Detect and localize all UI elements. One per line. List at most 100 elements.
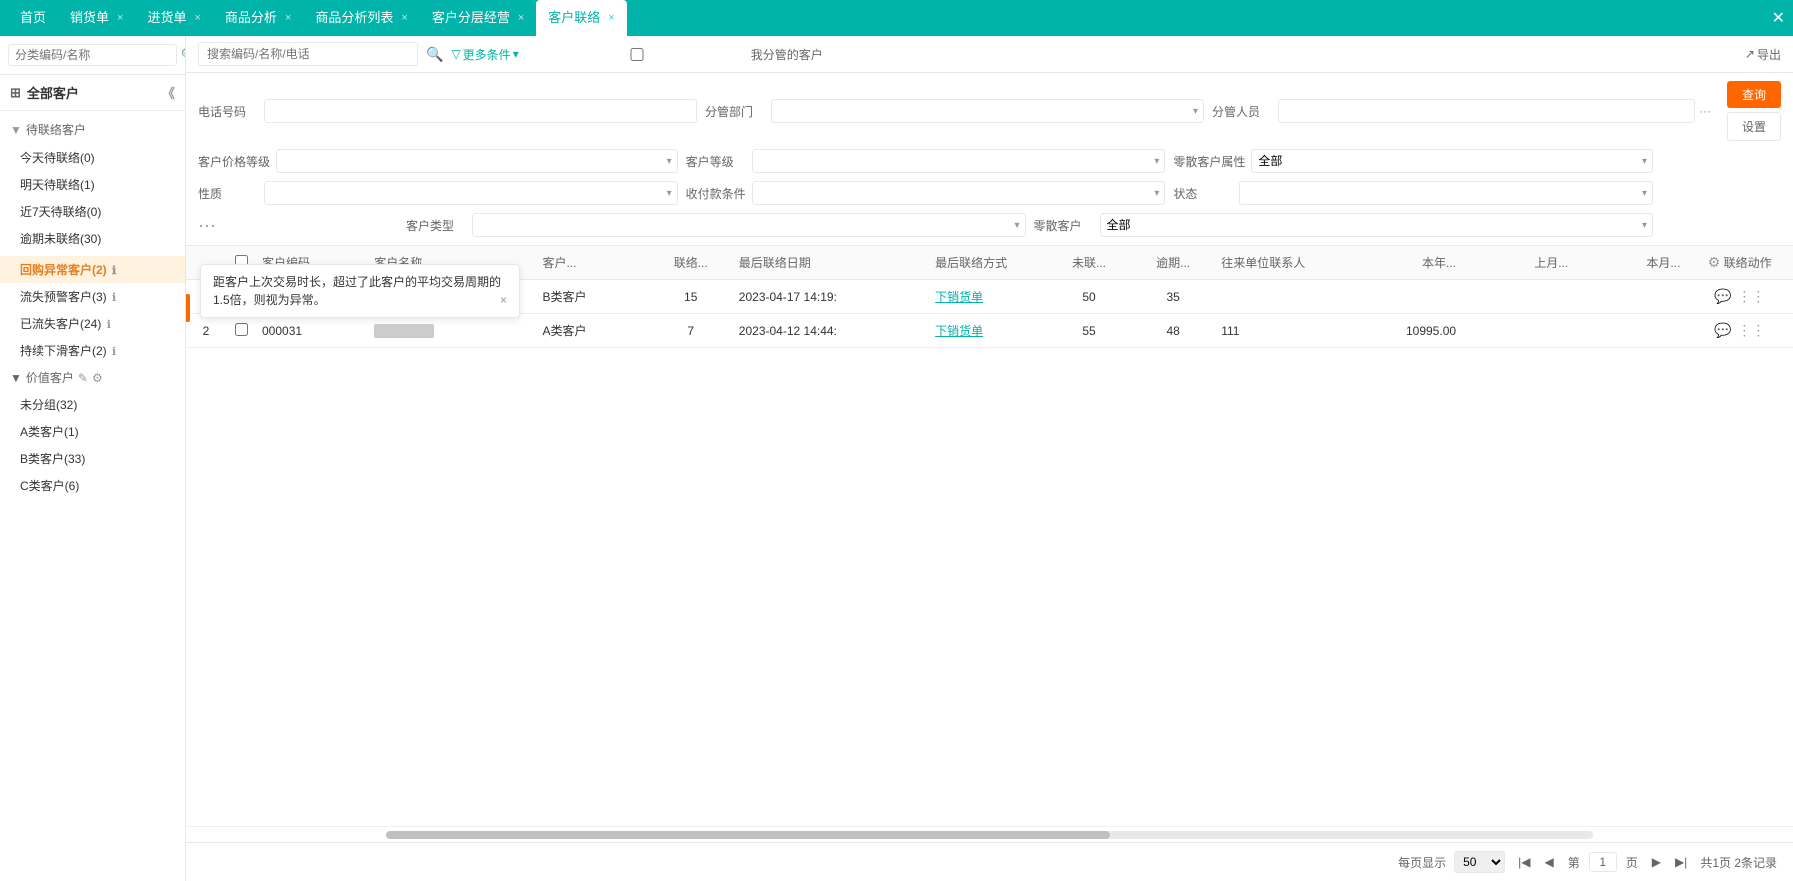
nav-purchase-order[interactable]: 进货单 ×: [135, 0, 212, 36]
filter-nature-label: 性质: [198, 185, 258, 202]
col-header-this-month[interactable]: 本月...: [1574, 246, 1686, 280]
filter-dept-select[interactable]: [771, 99, 1204, 123]
query-button[interactable]: 查询: [1727, 81, 1781, 108]
nav-customer-contact[interactable]: 客户联络 ×: [536, 0, 626, 36]
pagination: 每页显示 50 100 200 |◀ ◀ 第 1 页 ▶ ▶| 共1页 2条记录: [186, 842, 1793, 881]
filter-scatter-attr-select[interactable]: 全部: [1251, 149, 1653, 173]
col-header-company-contact[interactable]: 往来单位联系人: [1215, 246, 1350, 280]
horizontal-scrollbar[interactable]: [186, 826, 1793, 842]
col-header-this-year[interactable]: 本年...: [1350, 246, 1462, 280]
settings-icon-small[interactable]: ⚙: [92, 371, 103, 385]
total-records: 共1页 2条记录: [1700, 854, 1777, 871]
row2-contact-icon[interactable]: 💬: [1714, 322, 1731, 339]
table-settings-icon[interactable]: ⚙: [1708, 254, 1721, 270]
sidebar-today-contact[interactable]: 今天待联络(0): [0, 144, 185, 171]
row2-more-icon[interactable]: ⋮⋮: [1737, 322, 1765, 339]
per-page-select[interactable]: 50 100 200: [1454, 851, 1505, 873]
filter-payment-select[interactable]: [752, 181, 1166, 205]
filter-person-input[interactable]: [1278, 99, 1695, 123]
more-dots-icon[interactable]: ···: [1699, 104, 1711, 118]
filter-payment-label: 收付款条件: [686, 185, 746, 202]
filter-customer-type-select[interactable]: [472, 213, 1026, 237]
info-icon-churned: ℹ: [107, 319, 111, 331]
sidebar-search-input[interactable]: [8, 44, 177, 66]
sidebar-tomorrow-contact[interactable]: 明天待联络(1): [0, 171, 185, 198]
more-filters-btn[interactable]: ···: [198, 215, 216, 236]
sidebar-churned[interactable]: 已流失客户(24) ℹ: [0, 310, 185, 337]
next-page-btn[interactable]: ▶: [1647, 853, 1666, 871]
filter-scatter-attr-select-wrapper: 全部: [1251, 149, 1653, 173]
sidebar-b-class[interactable]: B类客户(33): [0, 445, 185, 472]
row1-actions: 💬 ⋮⋮: [1686, 280, 1793, 314]
col-header-unreached[interactable]: 未联...: [1047, 246, 1131, 280]
filter-customer-level-select[interactable]: [752, 149, 1166, 173]
sidebar-all-customers[interactable]: ⊞ 全部客户 《: [0, 75, 185, 111]
my-customers-checkbox-label[interactable]: 我分管的客户: [527, 46, 823, 63]
current-page-input[interactable]: 1: [1589, 852, 1617, 872]
nav-purchase-order-close[interactable]: ×: [194, 0, 200, 36]
nav-home[interactable]: 首页: [8, 0, 58, 36]
sidebar-7day-contact[interactable]: 近7天待联络(0): [0, 198, 185, 225]
filter-status-select[interactable]: [1239, 181, 1653, 205]
active-indicator-bar: [186, 294, 190, 322]
tooltip-close-icon[interactable]: ×: [500, 291, 507, 309]
filter-customer-type: 客户类型: [406, 213, 1026, 237]
row2-select-checkbox[interactable]: [235, 323, 248, 336]
close-all-tabs[interactable]: ✕: [1772, 8, 1785, 28]
nav-sales-order[interactable]: 销货单 ×: [58, 0, 135, 36]
filter-row-4: ··· 客户类型 零散客户 全部: [198, 213, 1781, 237]
filter-scatter-customer-select[interactable]: 全部: [1100, 213, 1654, 237]
pending-contact-title[interactable]: ▼ 待联络客户: [0, 115, 185, 144]
col-header-last-contact[interactable]: 最后联络日期: [733, 246, 929, 280]
edit-icon[interactable]: ✎: [78, 371, 88, 385]
row1-more-icon[interactable]: ⋮⋮: [1737, 288, 1765, 305]
nav-product-analysis-list[interactable]: 商品分析列表 ×: [303, 0, 419, 36]
row2-last-month: [1462, 314, 1574, 348]
nav-customer-contact-close[interactable]: ×: [608, 0, 614, 36]
my-customers-checkbox[interactable]: [527, 48, 747, 61]
content-area: 🔍 ▽ 更多条件 ▾ 我分管的客户 ↗ 导出 电话号码: [186, 36, 1793, 881]
filter-search-icon[interactable]: 🔍: [426, 46, 443, 63]
sidebar-repurchase-abnormal[interactable]: 回购异常客户(2) ℹ: [0, 256, 185, 283]
filter-phone-input[interactable]: [264, 99, 697, 123]
more-conditions-btn[interactable]: ▽ 更多条件 ▾: [451, 46, 518, 63]
first-page-btn[interactable]: |◀: [1513, 853, 1535, 871]
col-header-last-month[interactable]: 上月...: [1462, 246, 1574, 280]
search-input[interactable]: [198, 42, 418, 66]
export-btn[interactable]: ↗ 导出: [1745, 46, 1781, 63]
filter-status-label: 状态: [1173, 185, 1233, 202]
row2-overdue: 48: [1131, 314, 1215, 348]
last-page-btn[interactable]: ▶|: [1670, 853, 1692, 871]
col-header-level[interactable]: 客户...: [536, 246, 648, 280]
col-header-last-method[interactable]: 最后联络方式: [929, 246, 1047, 280]
sidebar-ungrouped[interactable]: 未分组(32): [0, 391, 185, 418]
settings-button[interactable]: 设置: [1727, 112, 1781, 141]
sidebar-churn-warning[interactable]: 流失预警客户(3) ℹ: [0, 283, 185, 310]
col-header-action[interactable]: ⚙ 联络动作: [1686, 246, 1793, 280]
row2-method-link[interactable]: 下销货单: [935, 324, 983, 338]
row1-contact-icon[interactable]: 💬: [1714, 288, 1731, 305]
nav-product-analysis[interactable]: 商品分析 ×: [213, 0, 303, 36]
col-header-contact[interactable]: 联络...: [649, 246, 733, 280]
nav-customer-segmentation[interactable]: 客户分层经营 ×: [420, 0, 536, 36]
col-header-overdue[interactable]: 逾期...: [1131, 246, 1215, 280]
scrollbar-thumb[interactable]: [386, 831, 1110, 839]
nav-product-analysis-close[interactable]: ×: [285, 0, 291, 36]
filter-scatter-customer-label: 零散客户: [1034, 217, 1094, 234]
nav-product-analysis-list-close[interactable]: ×: [401, 0, 407, 36]
sidebar-overdue-contact[interactable]: 逾期未联络(30): [0, 225, 185, 252]
filter-dept-label: 分管部门: [705, 103, 765, 120]
nav-sales-order-close[interactable]: ×: [117, 0, 123, 36]
sidebar-a-class[interactable]: A类客户(1): [0, 418, 185, 445]
sidebar-c-class[interactable]: C类客户(6): [0, 472, 185, 499]
filter-customer-level-label: 客户等级: [686, 153, 746, 170]
sidebar-declining[interactable]: 持续下滑客户(2) ℹ: [0, 337, 185, 364]
row1-method-link[interactable]: 下销货单: [935, 290, 983, 304]
filter-nature-select[interactable]: [264, 181, 678, 205]
filter-scatter-attr-label: 零散客户属性: [1173, 153, 1245, 170]
row2-last-contact-date: 2023-04-12 14:44:: [733, 314, 929, 348]
filter-price-level-select[interactable]: [276, 149, 678, 173]
nav-customer-segmentation-close[interactable]: ×: [518, 0, 524, 36]
value-customers-group[interactable]: ▼ 价值客户 ✎ ⚙: [0, 364, 185, 391]
prev-page-btn[interactable]: ◀: [1539, 853, 1558, 871]
